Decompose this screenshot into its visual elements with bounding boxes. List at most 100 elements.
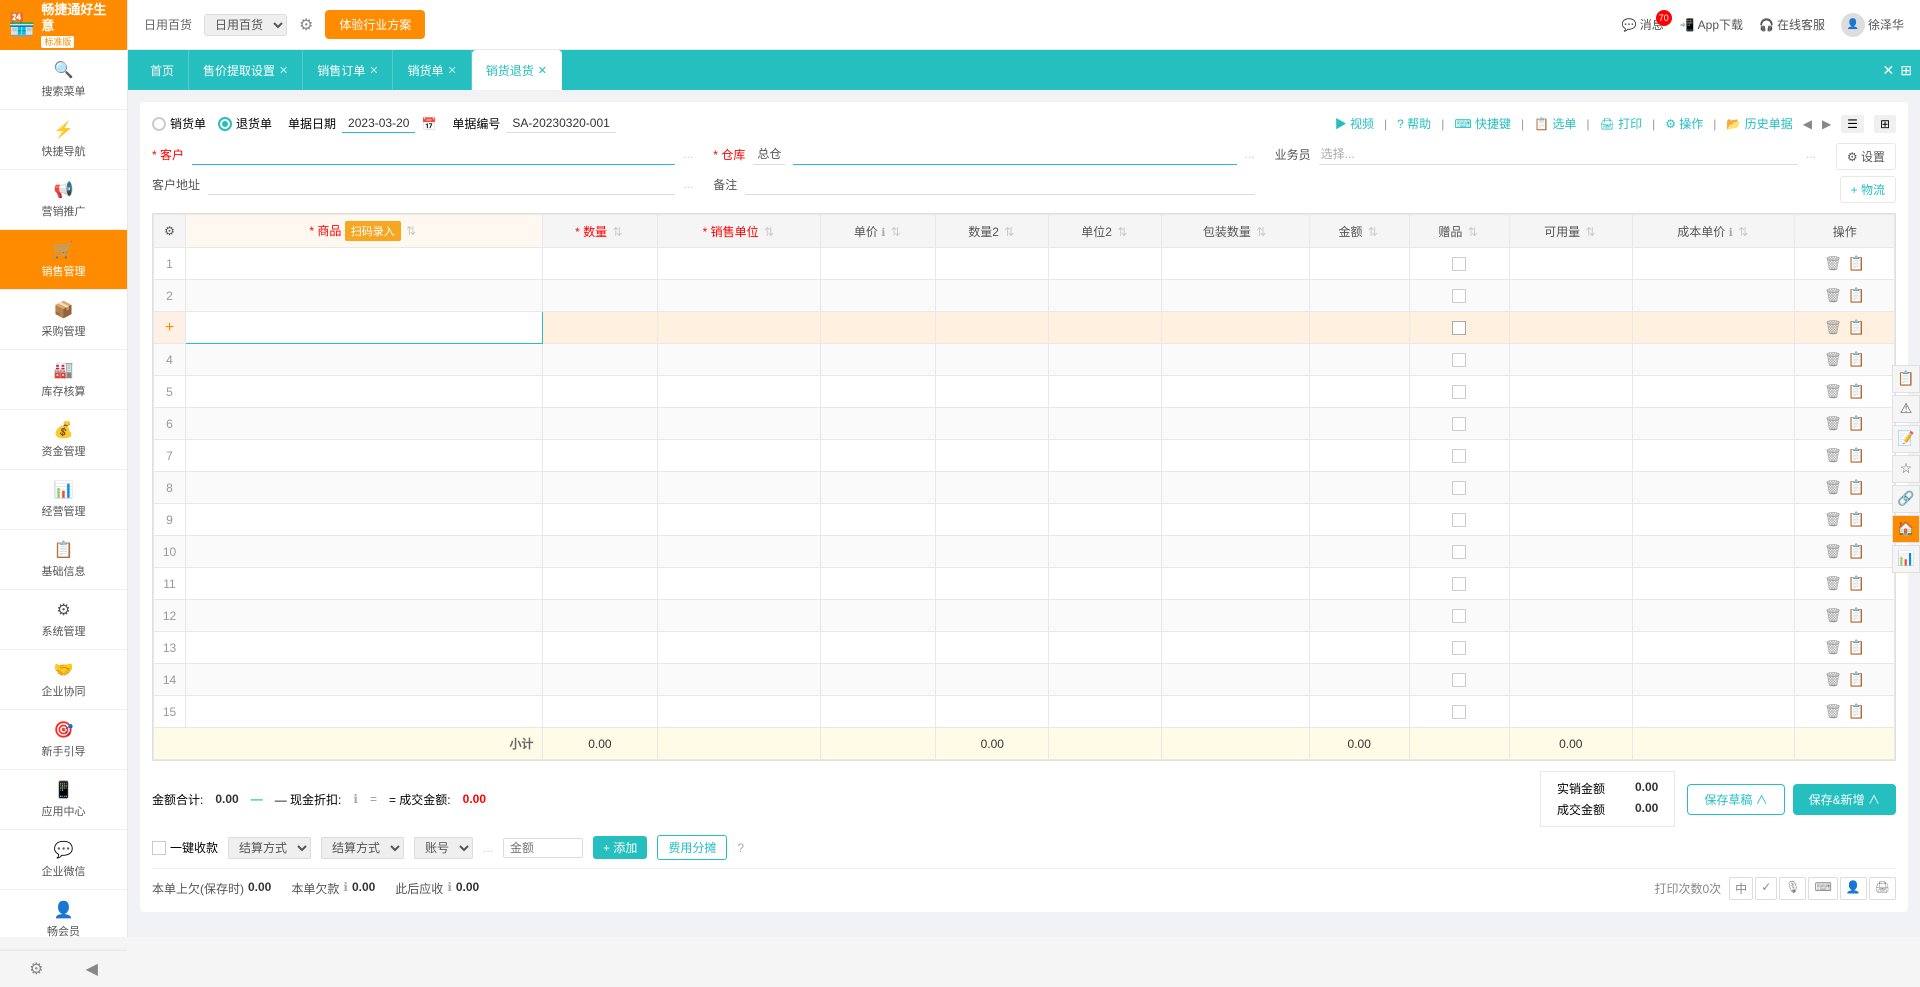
scan-button[interactable]: 扫码录入 [345, 221, 401, 241]
toolbar-icon-2[interactable]: ✓ [1755, 877, 1777, 900]
delete-row-14-icon[interactable]: 🗑 [1824, 671, 1842, 688]
delete-row-1-icon[interactable]: 🗑 [1824, 255, 1842, 272]
delete-row-13-icon[interactable]: 🗑 [1824, 639, 1842, 656]
tab-close-sale-price[interactable]: ✕ [279, 64, 288, 77]
toolbar-icon-5[interactable]: 👤 [1840, 877, 1867, 900]
gift-checkbox-15[interactable] [1452, 705, 1466, 719]
delete-row-12-icon[interactable]: 🗑 [1824, 607, 1842, 624]
fee-help-icon[interactable]: ? [737, 841, 744, 855]
account-dots[interactable]: ... [483, 841, 493, 855]
tab-sale-goods[interactable]: 销货单 ✕ [393, 50, 471, 90]
sidebar-item-marketing[interactable]: 📢 营销推广 [0, 170, 127, 230]
delete-row-15-icon[interactable]: 🗑 [1824, 703, 1842, 720]
copy-row-7-icon[interactable]: 📋 [1848, 447, 1865, 464]
copy-row-1-icon[interactable]: 📋 [1848, 255, 1865, 272]
cost-price-info-icon[interactable]: ℹ [1729, 227, 1733, 239]
sidebar-item-system[interactable]: ⚙ 系统管理 [0, 590, 127, 650]
gift-checkbox-6[interactable] [1452, 417, 1466, 431]
unit-price-col-sort[interactable]: ⇅ [891, 225, 901, 239]
float-btn-7[interactable]: 📊 [1892, 545, 1920, 573]
amount-cell-1[interactable] [1309, 248, 1409, 280]
float-btn-1[interactable]: 📋 [1892, 365, 1920, 393]
sale-unit-cell-2[interactable] [658, 280, 821, 312]
delete-row-8-icon[interactable]: 🗑 [1824, 479, 1842, 496]
message-btn[interactable]: 💬 消息 70 [1622, 16, 1664, 33]
gift-checkbox-12[interactable] [1452, 609, 1466, 623]
gift-checkbox-4[interactable] [1452, 353, 1466, 367]
copy-row-6-icon[interactable]: 📋 [1848, 415, 1865, 432]
help-btn[interactable]: ? 帮助 [1397, 115, 1431, 132]
sale-unit-cell-3[interactable] [658, 312, 821, 344]
float-btn-2[interactable]: ⚠ [1892, 395, 1920, 423]
operate-btn[interactable]: ⚙ 操作 [1665, 115, 1703, 132]
toolbar-icon-6[interactable]: 🖨 [1869, 877, 1896, 900]
cost-cell-3[interactable] [1633, 312, 1795, 344]
sidebar-item-sales[interactable]: 🛒 销售管理 [0, 230, 127, 290]
gift-cell-3[interactable] [1409, 312, 1509, 344]
cost-cell-2[interactable] [1633, 280, 1795, 312]
price-cell-3[interactable] [821, 312, 936, 344]
th-gear[interactable]: ⚙ [154, 215, 186, 248]
copy-row-2-icon[interactable]: 📋 [1848, 287, 1865, 304]
copy-row-9-icon[interactable]: 📋 [1848, 511, 1865, 528]
header-gear-icon[interactable]: ⚙ [299, 15, 313, 35]
avail-col-sort[interactable]: ⇅ [1585, 225, 1595, 239]
warehouse-input[interactable] [793, 143, 1236, 165]
copy-row-13-icon[interactable]: 📋 [1848, 639, 1865, 656]
add-payment-button[interactable]: + 添加 [593, 836, 647, 859]
delete-row-10-icon[interactable]: 🗑 [1824, 543, 1842, 560]
calc-select[interactable]: 结算方式 [321, 837, 404, 859]
tab-sale-return[interactable]: 销货退货 ✕ [472, 50, 562, 90]
tab-close-sale-goods[interactable]: ✕ [448, 64, 457, 77]
fee-split-button[interactable]: 费用分摊 [657, 835, 727, 860]
collapse-icon[interactable]: ◀ [86, 959, 98, 979]
float-btn-6[interactable]: 🏠 [1892, 515, 1920, 543]
tab-close-all-icon[interactable]: ✕ [1883, 62, 1895, 79]
note-input[interactable] [745, 173, 1254, 195]
warehouse-dots-btn[interactable]: ... [1245, 147, 1255, 161]
shortcut-btn[interactable]: ⌨ 快捷键 [1454, 115, 1511, 132]
pkg-qty-cell-2[interactable] [1162, 280, 1309, 312]
price-cell-1[interactable] [821, 248, 936, 280]
float-btn-5[interactable]: 🔗 [1892, 485, 1920, 513]
avail-cell-3[interactable] [1509, 312, 1633, 344]
delete-row-4-icon[interactable]: 🗑 [1824, 351, 1842, 368]
gift-checkbox-1[interactable] [1452, 257, 1466, 271]
settlement-select[interactable]: 结算方式 [228, 837, 311, 859]
view-list-icon[interactable]: ☰ [1841, 115, 1864, 133]
tab-sale-order[interactable]: 销售订单 ✕ [303, 50, 393, 90]
delete-row-7-icon[interactable]: 🗑 [1824, 447, 1842, 464]
qty-col-sort[interactable]: ⇅ [613, 225, 623, 239]
qty2-cell-3[interactable] [936, 312, 1049, 344]
sidebar-item-purchase[interactable]: 📦 采购管理 [0, 290, 127, 350]
sidebar-item-wechat[interactable]: 💬 企业微信 [0, 830, 127, 890]
delete-row-9-icon[interactable]: 🗑 [1824, 511, 1842, 528]
delete-row-2-icon[interactable]: 🗑 [1824, 287, 1842, 304]
trial-button[interactable]: 体验行业方案 [325, 10, 425, 39]
one-click-payment-checkbox[interactable] [152, 841, 166, 855]
breadcrumb-select[interactable]: 日用百货 [204, 14, 287, 36]
goods-col-sort[interactable]: ⇅ [406, 224, 416, 238]
tab-home[interactable]: 首页 [136, 50, 189, 90]
sidebar-item-enterprise[interactable]: 🤝 企业协同 [0, 650, 127, 710]
address-input[interactable] [208, 173, 675, 195]
account-select[interactable]: 账号 [414, 837, 473, 859]
copy-row-3-icon[interactable]: 📋 [1848, 319, 1865, 336]
next-doc-icon[interactable]: ▶ [1822, 117, 1831, 131]
user-avatar[interactable]: 👤 徐泽华 [1841, 13, 1904, 37]
radio-sale-goods[interactable]: 销货单 [152, 115, 206, 132]
address-dots-btn[interactable]: ... [683, 177, 693, 191]
cost-cell-1[interactable] [1633, 248, 1795, 280]
status-3-info-icon[interactable]: ℹ [447, 880, 452, 897]
sidebar-item-basics[interactable]: 📋 基础信息 [0, 530, 127, 590]
price-cell-2[interactable] [821, 280, 936, 312]
prev-doc-icon[interactable]: ◀ [1803, 117, 1812, 131]
tab-close-sale-order[interactable]: ✕ [369, 64, 378, 77]
calendar-icon[interactable]: 📅 [421, 117, 436, 131]
float-btn-3[interactable]: 📝 [1892, 425, 1920, 453]
tab-expand-icon[interactable]: ⊞ [1900, 62, 1912, 79]
copy-row-10-icon[interactable]: 📋 [1848, 543, 1865, 560]
unit2-cell-1[interactable] [1049, 248, 1162, 280]
amount-cell-2[interactable] [1309, 280, 1409, 312]
avail-cell-1[interactable] [1509, 248, 1633, 280]
